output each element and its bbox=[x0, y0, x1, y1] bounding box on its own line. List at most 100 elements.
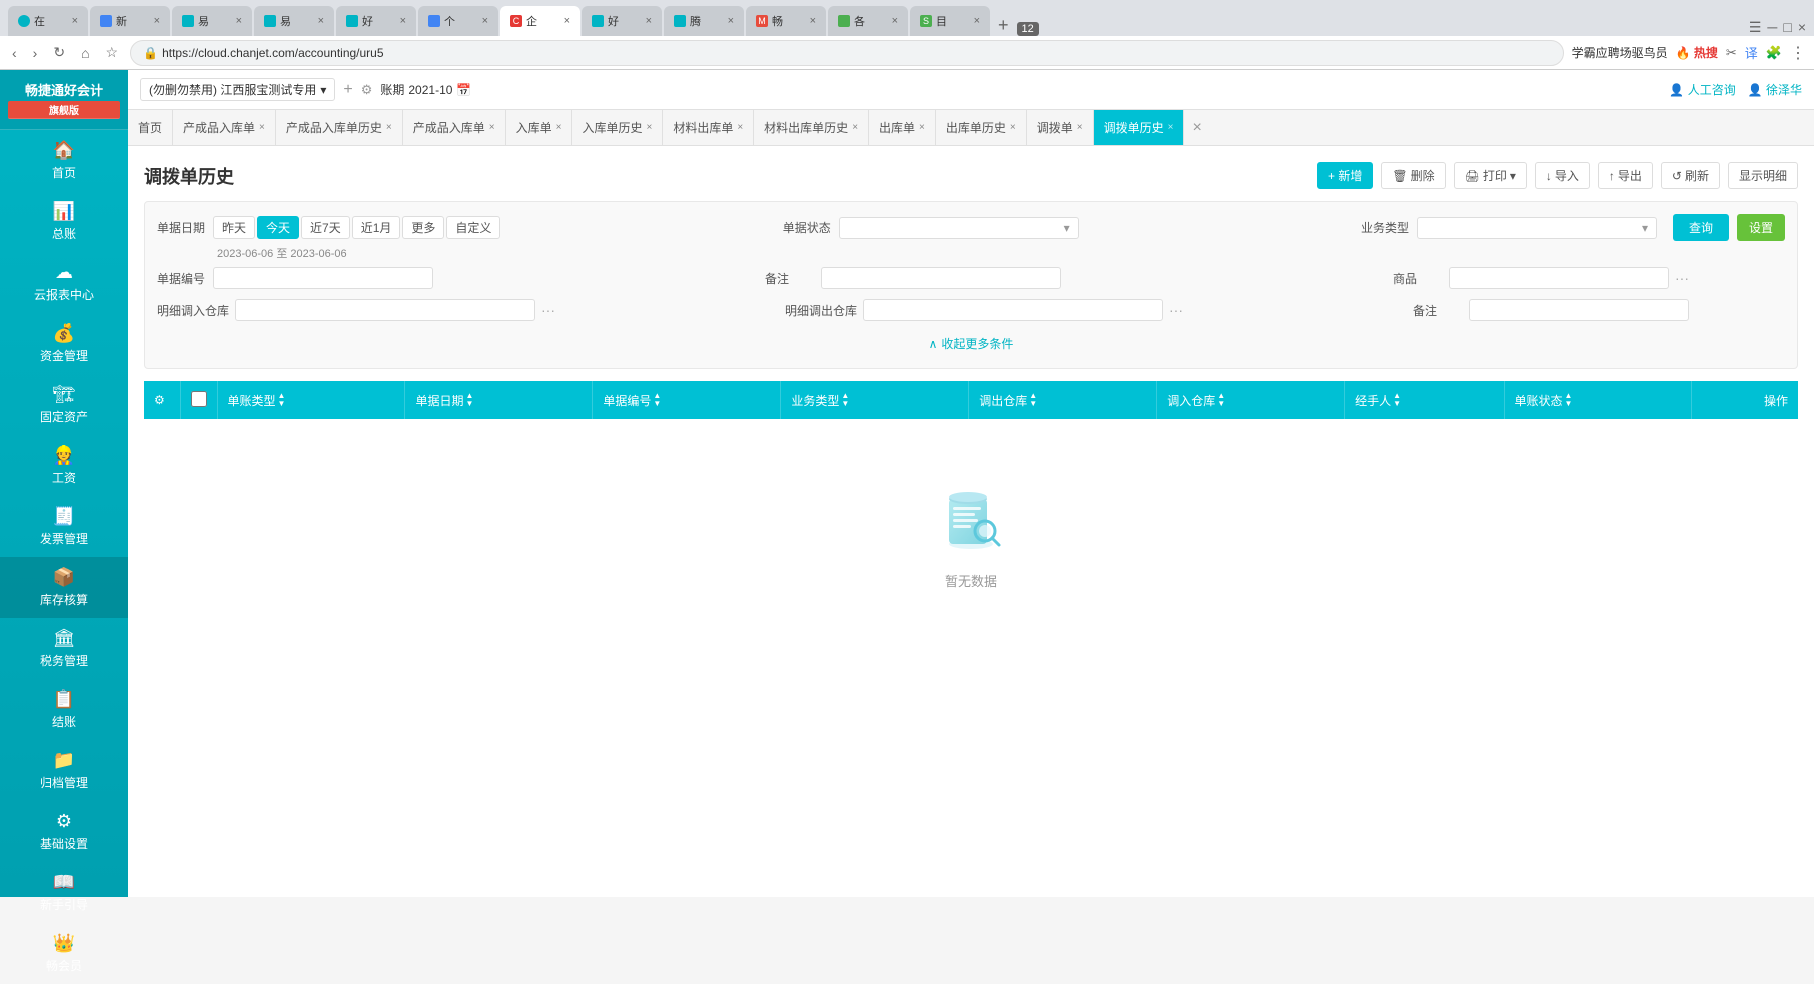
tab-close-icon[interactable]: × bbox=[259, 122, 265, 133]
close-btn[interactable]: × bbox=[1798, 19, 1806, 36]
date-btn-today[interactable]: 今天 bbox=[257, 216, 299, 239]
in-warehouse-picker-icon[interactable]: ··· bbox=[541, 302, 555, 318]
browser-tab-1[interactable]: 新 × bbox=[90, 6, 170, 36]
page-tab-instock-history[interactable]: 入库单历史 × bbox=[572, 110, 663, 146]
detail-in-warehouse-input[interactable] bbox=[235, 299, 535, 321]
browser-tab-3[interactable]: 易 × bbox=[254, 6, 334, 36]
th-business-type[interactable]: 业务类型 ▲▼ bbox=[781, 381, 969, 419]
sidebar-item-invoice[interactable]: 🧾 发票管理 bbox=[0, 496, 128, 557]
page-tab-home[interactable]: 首页 bbox=[128, 110, 173, 146]
page-tab-transfer[interactable]: 调拨单 × bbox=[1027, 110, 1094, 146]
export-btn[interactable]: ↑ 导出 bbox=[1598, 162, 1653, 189]
browser-tab-4[interactable]: 好 × bbox=[336, 6, 416, 36]
browser-tab-0[interactable]: 在 × bbox=[8, 6, 88, 36]
company-selector[interactable]: (勿删勿禁用) 江西服宝测试专用 ▾ bbox=[140, 78, 335, 101]
sidebar-item-funds[interactable]: 💰 资金管理 bbox=[0, 313, 128, 374]
sidebar-item-vip[interactable]: 👑 畅会员 bbox=[0, 923, 128, 984]
page-tab-product-in[interactable]: 产成品入库单 × bbox=[173, 110, 276, 146]
page-tab-instock[interactable]: 入库单 × bbox=[506, 110, 573, 146]
refresh-btn[interactable]: ↻ bbox=[49, 42, 69, 63]
page-tab-transfer-history[interactable]: 调拨单历史 × bbox=[1094, 110, 1185, 146]
sidebar-item-inventory[interactable]: 📦 库存核算 bbox=[0, 557, 128, 618]
tab-close-icon[interactable]: × bbox=[489, 122, 495, 133]
out-warehouse-picker-icon[interactable]: ··· bbox=[1169, 302, 1183, 318]
browser-tab-11[interactable]: S 目 × bbox=[910, 6, 990, 36]
date-btn-7days[interactable]: 近7天 bbox=[301, 216, 350, 239]
date-btn-more[interactable]: 更多 bbox=[402, 216, 444, 239]
tab-close-icon[interactable]: × bbox=[919, 122, 925, 133]
sidebar-item-cloud-report[interactable]: ☁ 云报表中心 bbox=[0, 252, 128, 313]
remark-input[interactable] bbox=[821, 267, 1061, 289]
goods-input[interactable] bbox=[1449, 267, 1669, 289]
goods-picker-icon[interactable]: ··· bbox=[1675, 270, 1689, 286]
add-company-btn[interactable]: + bbox=[343, 81, 352, 99]
settings-gear-icon[interactable]: ⚙ bbox=[361, 82, 373, 98]
display-detail-btn[interactable]: 显示明细 bbox=[1728, 162, 1798, 189]
minimize-btn[interactable]: ─ bbox=[1767, 19, 1777, 36]
th-gear[interactable]: ⚙ bbox=[144, 381, 180, 419]
new-btn[interactable]: + 新增 bbox=[1317, 162, 1373, 189]
tab-close-icon[interactable]: × bbox=[646, 122, 652, 133]
tab-close-icon[interactable]: × bbox=[1010, 122, 1016, 133]
browser-tab-10[interactable]: 各 × bbox=[828, 6, 908, 36]
url-bar[interactable]: 🔒 https://cloud.chanjet.com/accounting/u… bbox=[130, 40, 1563, 66]
gear-icon[interactable]: ⚙ bbox=[154, 393, 165, 407]
back-btn[interactable]: ‹ bbox=[8, 43, 21, 63]
print-btn[interactable]: 🖨 打印 ▾ bbox=[1454, 162, 1527, 189]
browser-tab-8[interactable]: 腾 × bbox=[664, 6, 744, 36]
browser-tab-5[interactable]: 个 × bbox=[418, 6, 498, 36]
scissors-icon[interactable]: ✂ bbox=[1726, 45, 1737, 61]
query-btn[interactable]: 查询 bbox=[1673, 214, 1729, 241]
sidebar-item-settings[interactable]: ⚙ 基础设置 bbox=[0, 801, 128, 862]
status-select[interactable]: ▾ bbox=[839, 217, 1079, 239]
th-checkbox[interactable] bbox=[180, 381, 217, 419]
sidebar-item-archive[interactable]: 📁 归档管理 bbox=[0, 740, 128, 801]
browser-tab-6[interactable]: C 企 × bbox=[500, 6, 580, 36]
customer-service-btn[interactable]: 👤 人工咨询 bbox=[1669, 81, 1735, 98]
tab-list-icon[interactable]: ☰ bbox=[1749, 19, 1762, 36]
extensions-icon[interactable]: 🧩 bbox=[1766, 45, 1782, 61]
bookmark-btn[interactable]: ☆ bbox=[102, 42, 123, 63]
th-doc-date[interactable]: 单据日期 ▲▼ bbox=[405, 381, 593, 419]
th-handler[interactable]: 经手人 ▲▼ bbox=[1345, 381, 1504, 419]
tab-close-icon[interactable]: × bbox=[386, 122, 392, 133]
delete-btn[interactable]: 🗑 删除 bbox=[1381, 162, 1445, 189]
sidebar-item-payroll[interactable]: 👷 工资 bbox=[0, 435, 128, 496]
sidebar-item-fixed-assets[interactable]: 🏗 固定资产 bbox=[0, 374, 128, 435]
sidebar-item-guide[interactable]: 📖 新手引导 bbox=[0, 862, 128, 923]
forward-btn[interactable]: › bbox=[29, 43, 42, 63]
date-btn-yesterday[interactable]: 昨天 bbox=[213, 216, 255, 239]
close-all-tabs-btn[interactable]: × bbox=[1184, 119, 1209, 137]
th-doc-number[interactable]: 单据编号 ▲▼ bbox=[593, 381, 781, 419]
tab-close-icon[interactable]: × bbox=[737, 122, 743, 133]
select-all-checkbox[interactable] bbox=[191, 391, 207, 407]
th-doc-type[interactable]: 单账类型 ▲▼ bbox=[217, 381, 405, 419]
tab-close-icon[interactable]: × bbox=[1077, 122, 1083, 133]
th-in-warehouse[interactable]: 调入仓库 ▲▼ bbox=[1157, 381, 1345, 419]
sidebar-item-home[interactable]: 🏠 首页 bbox=[0, 130, 128, 191]
sidebar-item-tax[interactable]: 🏛 税务管理 bbox=[0, 618, 128, 679]
page-tab-material-out-history[interactable]: 材料出库单历史 × bbox=[754, 110, 869, 146]
import-btn[interactable]: ↓ 导入 bbox=[1535, 162, 1590, 189]
home-btn[interactable]: ⌂ bbox=[77, 43, 93, 63]
page-tab-product-in2[interactable]: 产成品入库单 × bbox=[403, 110, 506, 146]
maximize-btn[interactable]: □ bbox=[1783, 19, 1791, 36]
sidebar-item-close-account[interactable]: 📋 结账 bbox=[0, 679, 128, 740]
page-tab-material-out[interactable]: 材料出库单 × bbox=[663, 110, 754, 146]
filter-settings-btn[interactable]: 设置 bbox=[1737, 214, 1785, 241]
user-avatar[interactable]: 👤 徐泽华 bbox=[1748, 81, 1802, 98]
menu-icon[interactable]: ⋮ bbox=[1790, 43, 1806, 63]
tab-close-icon[interactable]: × bbox=[1168, 122, 1174, 133]
new-tab-btn[interactable]: + bbox=[992, 15, 1015, 36]
detail-out-warehouse-input[interactable] bbox=[863, 299, 1163, 321]
collapse-btn[interactable]: ∧ 收起更多条件 bbox=[157, 331, 1785, 356]
refresh-btn[interactable]: ↺ 刷新 bbox=[1661, 162, 1720, 189]
tab-close-icon[interactable]: × bbox=[852, 122, 858, 133]
th-out-warehouse[interactable]: 调出仓库 ▲▼ bbox=[969, 381, 1157, 419]
sidebar-item-ledger[interactable]: 📊 总账 bbox=[0, 191, 128, 252]
remark2-input[interactable] bbox=[1469, 299, 1689, 321]
page-tab-outstock-history[interactable]: 出库单历史 × bbox=[936, 110, 1027, 146]
browser-tab-9[interactable]: M 畅 × bbox=[746, 6, 826, 36]
doc-number-input[interactable] bbox=[213, 267, 433, 289]
date-btn-1month[interactable]: 近1月 bbox=[352, 216, 401, 239]
